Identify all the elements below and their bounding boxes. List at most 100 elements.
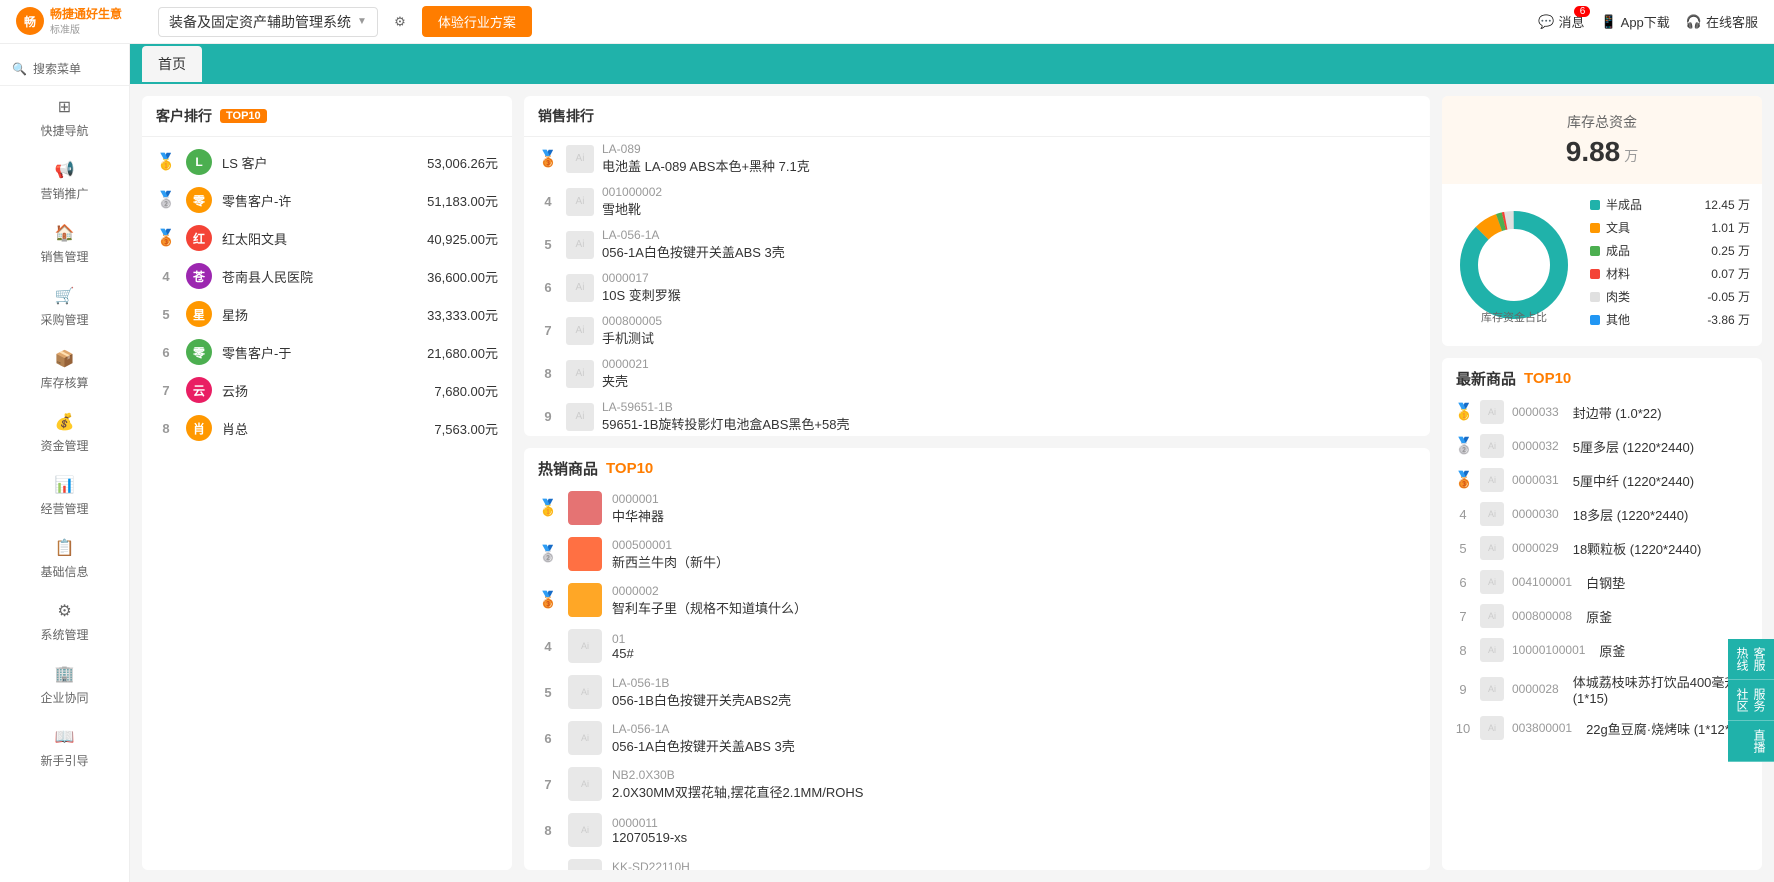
sidebar-item-guide[interactable]: 📖 新手引导 bbox=[0, 716, 129, 779]
product-image bbox=[568, 537, 602, 571]
product-info: 0000017 10S 变刺罗猴 bbox=[602, 271, 1416, 304]
product-info: LA-056-1A 056-1A白色按键开关盖ABS 3壳 bbox=[612, 722, 1416, 755]
legend-name: 成品 bbox=[1606, 242, 1705, 259]
product-thumb: Ai bbox=[1480, 502, 1504, 526]
sales-rank-list: 🥉 Ai LA-089 电池盖 LA-089 ABS本色+黑种 7.1克 4 A… bbox=[524, 137, 1430, 436]
service-button[interactable]: 🎧 在线客服 bbox=[1686, 12, 1758, 31]
sidebar-item-basic[interactable]: 📋 基础信息 bbox=[0, 527, 129, 590]
product-info: 01 45# bbox=[612, 632, 1416, 661]
system-name-selector[interactable]: 装备及固定资产辅助管理系统 ▼ bbox=[158, 7, 378, 37]
product-thumb: Ai bbox=[1480, 468, 1504, 492]
legend-item: 其他 -3.86 万 bbox=[1590, 311, 1750, 328]
sales-rank-item: 6 Ai 0000017 10S 变刺罗猴 bbox=[524, 266, 1430, 309]
donut-section: 库存资金占比 半成品 12.45 万 文具 1.01 万 成品 0.25 万 材… bbox=[1442, 184, 1762, 346]
product-code: 0000011 bbox=[612, 816, 1416, 830]
system-selector: 装备及固定资产辅助管理系统 ▼ ⚙ 体验行业方案 bbox=[158, 6, 1526, 37]
mid-column: 销售排行 🥉 Ai LA-089 电池盖 LA-089 ABS本色+黑种 7.1… bbox=[524, 96, 1430, 870]
float-service-btn[interactable]: 客服热线 bbox=[1728, 639, 1774, 680]
product-name: 电池盖 LA-089 ABS本色+黑种 7.1克 bbox=[602, 156, 1416, 175]
sales-icon: 🏠 bbox=[54, 222, 76, 244]
product-info: 000500001 新西兰牛肉（新牛） bbox=[612, 538, 1416, 571]
guide-icon: 📖 bbox=[54, 726, 76, 748]
sidebar-item-purchase[interactable]: 🛒 采购管理 bbox=[0, 275, 129, 338]
sidebar-item-finance[interactable]: 💰 资金管理 bbox=[0, 401, 129, 464]
sidebar-item-marketing[interactable]: 📢 营销推广 bbox=[0, 149, 129, 212]
sales-rank-item: 🥉 Ai LA-089 电池盖 LA-089 ABS本色+黑种 7.1克 bbox=[524, 137, 1430, 180]
legend-value: 12.45 万 bbox=[1705, 196, 1750, 213]
legend-value: 0.25 万 bbox=[1711, 242, 1750, 259]
product-thumb: Ai bbox=[566, 360, 594, 388]
product-image bbox=[568, 491, 602, 525]
home-tab[interactable]: 首页 bbox=[142, 46, 202, 82]
customer-rank-item: 5 星 星扬 33,333.00元 bbox=[142, 295, 512, 333]
customer-avatar: 星 bbox=[186, 301, 212, 327]
message-button[interactable]: 💬 消息 6 bbox=[1538, 12, 1584, 31]
message-icon: 💬 bbox=[1538, 14, 1554, 30]
customer-amount: 53,006.26元 bbox=[427, 153, 498, 172]
float-buttons: 客服热线 服务社区 直播 bbox=[1728, 639, 1774, 762]
topbar: 畅 畅捷通好生意 标准版 装备及固定资产辅助管理系统 ▼ ⚙ 体验行业方案 💬 … bbox=[0, 0, 1774, 44]
customer-avatar: 肖 bbox=[186, 415, 212, 441]
latest-product-item: 9 Ai 0000028 体城荔枝味苏打饮品400毫升 (1*15) bbox=[1442, 667, 1762, 711]
customer-rank-header: 客户排行 TOP10 bbox=[142, 96, 512, 137]
inventory-value: 9.88 bbox=[1566, 136, 1621, 168]
hot-product-item: 🥈 000500001 新西兰牛肉（新牛） bbox=[524, 531, 1430, 577]
customer-amount: 33,333.00元 bbox=[427, 305, 498, 324]
sales-rank-item: 4 Ai 001000002 雪地靴 bbox=[524, 180, 1430, 223]
hot-product-item: 4 Ai 01 45# bbox=[524, 623, 1430, 669]
product-name: 雪地靴 bbox=[602, 199, 1416, 218]
rank-number: 7 bbox=[156, 383, 176, 398]
float-community-btn[interactable]: 服务社区 bbox=[1728, 680, 1774, 721]
rank-number: 🥈 bbox=[538, 544, 558, 564]
rank-number: 5 bbox=[1454, 541, 1472, 556]
legend-value: -3.86 万 bbox=[1707, 311, 1750, 328]
sales-rank-title: 销售排行 bbox=[538, 106, 594, 126]
customer-name: 红太阳文具 bbox=[222, 229, 417, 248]
product-name: 056-1B白色按键开关壳ABS2壳 bbox=[612, 690, 1416, 709]
latest-product-item: 10 Ai 003800001 22g鱼豆腐·烧烤味 (1*12*20) bbox=[1442, 711, 1762, 745]
rank-number: 🥉 bbox=[1454, 470, 1472, 490]
rank-number: 🥉 bbox=[538, 149, 558, 169]
chart-legend: 半成品 12.45 万 文具 1.01 万 成品 0.25 万 材料 0.07 … bbox=[1590, 196, 1750, 334]
main-layout: 🔍 搜索菜单 ⊞ 快捷导航 📢 营销推广 🏠 销售管理 🛒 采购管理 📦 库存核… bbox=[0, 44, 1774, 882]
latest-products-card: 最新商品 TOP10 🥇 Ai 0000033 封边带 (1.0*22) 🥈 A… bbox=[1442, 358, 1762, 870]
sidebar-item-inventory[interactable]: 📦 库存核算 bbox=[0, 338, 129, 401]
app-download-button[interactable]: 📱 App下载 bbox=[1600, 12, 1669, 31]
sidebar-item-quick-nav[interactable]: ⊞ 快捷导航 bbox=[0, 86, 129, 149]
app-icon: 📱 bbox=[1600, 14, 1616, 30]
inventory-summary: 库存总资金 9.88 万 bbox=[1442, 96, 1762, 184]
hot-products-badge: TOP10 bbox=[606, 460, 653, 477]
nav-tabs: 首页 bbox=[130, 44, 1774, 84]
sidebar-item-operation[interactable]: 📊 经营管理 bbox=[0, 464, 129, 527]
legend-name: 半成品 bbox=[1606, 196, 1699, 213]
product-code: 0000031 bbox=[1512, 473, 1559, 487]
trial-btn[interactable]: 体验行业方案 bbox=[422, 6, 532, 37]
rank-number: 5 bbox=[156, 307, 176, 322]
rank-number: 🥈 bbox=[156, 190, 176, 210]
hot-product-item: 🥉 0000002 智利车子里（规格不知道填什么） bbox=[524, 577, 1430, 623]
search-menu-button[interactable]: 🔍 搜索菜单 bbox=[0, 52, 129, 86]
latest-products-list: 🥇 Ai 0000033 封边带 (1.0*22) 🥈 Ai 0000032 5… bbox=[1442, 395, 1762, 745]
float-live-btn[interactable]: 直播 bbox=[1728, 721, 1774, 762]
rank-number: 🥉 bbox=[538, 590, 558, 610]
product-code: LA-056-1A bbox=[602, 228, 1416, 242]
product-name: 智利车子里（规格不知道填什么） bbox=[612, 598, 1416, 617]
customer-amount: 40,925.00元 bbox=[427, 229, 498, 248]
product-name: 22g鱼豆腐·烧烤味 (1*12*20) bbox=[1586, 719, 1750, 738]
customer-rank-item: 8 肖 肖总 7,563.00元 bbox=[142, 409, 512, 447]
legend-name: 文具 bbox=[1606, 219, 1705, 236]
company-icon: 🏢 bbox=[54, 663, 76, 685]
customer-avatar: L bbox=[186, 149, 212, 175]
rank-number: 🥇 bbox=[1454, 402, 1472, 422]
product-info: NB2.0X30B 2.0X30MM双摆花轴,摆花直径2.1MM/ROHS bbox=[612, 768, 1416, 801]
customer-amount: 7,680.00元 bbox=[434, 381, 498, 400]
sidebar-item-system[interactable]: ⚙ 系统管理 bbox=[0, 590, 129, 653]
product-code: LA-056-1A bbox=[612, 722, 1416, 736]
hot-products-title: 热销商品 TOP10 bbox=[524, 448, 1430, 485]
sidebar-item-company[interactable]: 🏢 企业协同 bbox=[0, 653, 129, 716]
settings-button[interactable]: ⚙ bbox=[386, 8, 414, 36]
search-icon: 🔍 bbox=[12, 62, 27, 76]
customer-rank-item: 4 苍 苍南县人民医院 36,600.00元 bbox=[142, 257, 512, 295]
sidebar-item-sales[interactable]: 🏠 销售管理 bbox=[0, 212, 129, 275]
rank-number: 6 bbox=[156, 345, 176, 360]
